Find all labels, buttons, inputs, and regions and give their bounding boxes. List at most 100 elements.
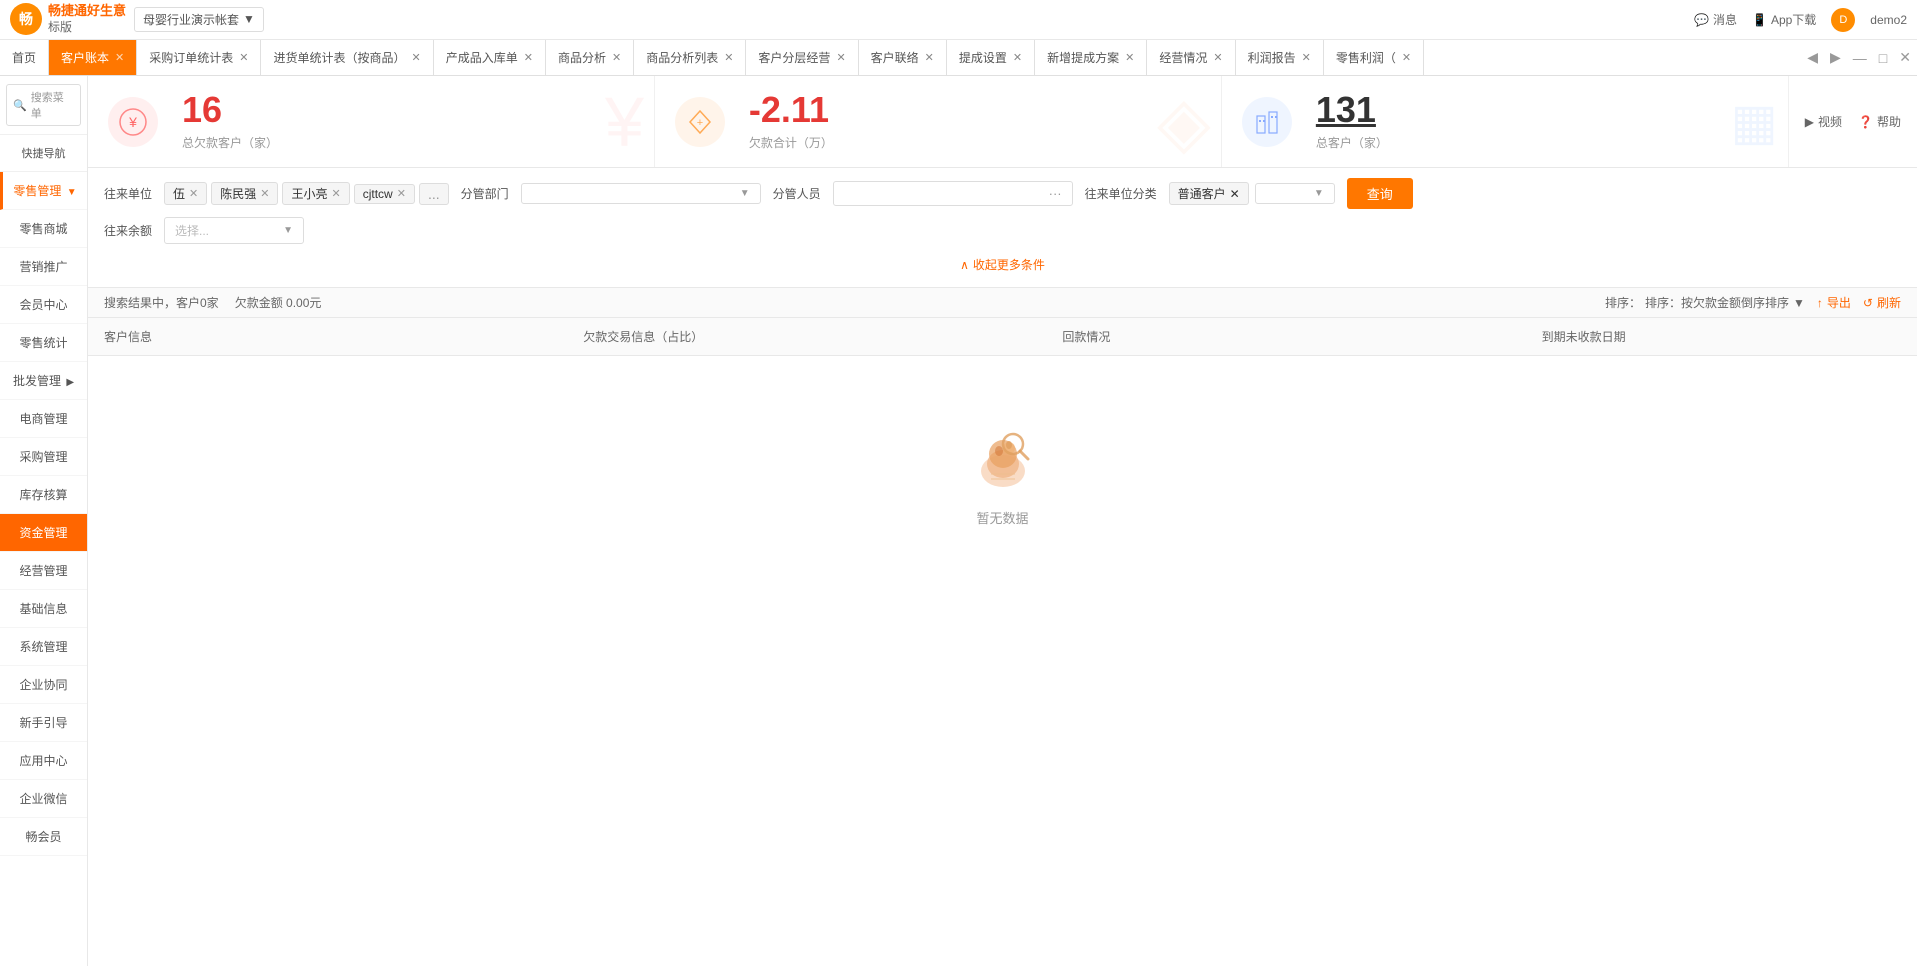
- help-button[interactable]: ❓ 帮助: [1858, 113, 1901, 130]
- tab-product-analysis-list[interactable]: 商品分析列表 ✕: [634, 40, 746, 76]
- sidebar-item-system[interactable]: 系统管理: [0, 628, 87, 666]
- sidebar-item-retail[interactable]: 零售管理 ▼: [0, 172, 87, 210]
- stat-bg-icon1: ¥: [605, 82, 644, 162]
- tab-product-analysis[interactable]: 商品分析 ✕: [546, 40, 634, 76]
- nav-maximize-button[interactable]: □: [1873, 46, 1893, 70]
- sidebar-item-marketing[interactable]: 营销推广: [0, 248, 87, 286]
- unit-tag-more[interactable]: ...: [419, 183, 449, 205]
- sidebar-item-member[interactable]: 会员中心: [0, 286, 87, 324]
- total-customers-number: 16: [182, 92, 278, 128]
- tab-incoming-stats[interactable]: 进货单统计表（按商品） ✕: [261, 40, 433, 76]
- quick-nav-button[interactable]: 快捷导航: [6, 141, 81, 165]
- sidebar-item-wholesale[interactable]: 批发管理 ▶: [0, 362, 87, 400]
- unit-type-select[interactable]: ▼: [1255, 183, 1335, 204]
- empty-illustration: [963, 416, 1043, 496]
- tab-customer-contact[interactable]: 客户联络 ✕: [859, 40, 947, 76]
- unit-tag-cjttcw-close[interactable]: ✕: [397, 187, 406, 200]
- sidebar-item-purchase[interactable]: 采购管理: [0, 438, 87, 476]
- sidebar-item-enterprise-wechat[interactable]: 企业微信: [0, 780, 87, 818]
- unit-label: 往来单位: [104, 185, 152, 202]
- tab-customer-tier[interactable]: 客户分层经营 ✕: [746, 40, 858, 76]
- nav-prev-button[interactable]: ◀: [1801, 45, 1824, 70]
- unit-type-tag-regular[interactable]: 普通客户 ✕: [1169, 182, 1249, 205]
- tab-profit-report-close[interactable]: ✕: [1302, 51, 1311, 64]
- sidebar-item-basic-info[interactable]: 基础信息: [0, 590, 87, 628]
- unit-type-tag-regular-close[interactable]: ✕: [1230, 187, 1240, 201]
- svg-text:+: +: [697, 117, 703, 129]
- sidebar-item-ecommerce[interactable]: 电商管理: [0, 400, 87, 438]
- quick-nav-area: 快捷导航: [0, 135, 87, 172]
- unit-tag-wu[interactable]: 伍 ✕: [164, 182, 207, 205]
- tab-home[interactable]: 首页: [0, 40, 49, 76]
- tab-customer-contact-close[interactable]: ✕: [925, 51, 934, 64]
- nav-next-button[interactable]: ▶: [1824, 45, 1847, 70]
- unit-tag-chen-close[interactable]: ✕: [260, 187, 269, 200]
- col-payment-info: 回款情况: [1062, 328, 1541, 345]
- dept-select[interactable]: ▼: [521, 183, 761, 204]
- sidebar-item-inventory[interactable]: 库存核算: [0, 476, 87, 514]
- tab-retail-profit-close[interactable]: ✕: [1402, 51, 1411, 64]
- unit-tag-wang[interactable]: 王小亮 ✕: [282, 182, 349, 205]
- tab-incoming-stats-close[interactable]: ✕: [412, 51, 421, 64]
- sidebar-item-vip[interactable]: 畅会员: [0, 818, 87, 856]
- tab-product-warehousing-close[interactable]: ✕: [524, 51, 533, 64]
- tab-purchase-orders-close[interactable]: ✕: [239, 51, 248, 64]
- message-button[interactable]: 💬 消息: [1694, 11, 1737, 28]
- nav-close-button[interactable]: ✕: [1893, 45, 1917, 70]
- tab-promotion-settings[interactable]: 提成设置 ✕: [947, 40, 1035, 76]
- sidebar-item-retail-mall[interactable]: 零售商城: [0, 210, 87, 248]
- tab-product-analysis-list-close[interactable]: ✕: [724, 51, 733, 64]
- unit-tag-chen[interactable]: 陈民强 ✕: [211, 182, 278, 205]
- dept-chevron-down-icon: ▼: [740, 188, 750, 199]
- stats-header: ¥ 16 总欠款客户（家） ¥ + -2.11 欠款: [88, 76, 1917, 168]
- main-layout: 🔍 搜索菜单 快捷导航 零售管理 ▼ 零售商城 营销推广 会员中心 零售统计 批…: [0, 76, 1917, 966]
- tab-customer-accounts[interactable]: 客户账本 ✕: [49, 40, 137, 76]
- sidebar-item-operations[interactable]: 经营管理: [0, 552, 87, 590]
- tab-new-promotion-close[interactable]: ✕: [1125, 51, 1134, 64]
- sidebar-item-enterprise-wechat-label: 企业微信: [19, 792, 67, 806]
- tab-business-status-close[interactable]: ✕: [1213, 51, 1222, 64]
- sidebar-item-newbie[interactable]: 新手引导: [0, 704, 87, 742]
- tab-profit-report[interactable]: 利润报告 ✕: [1236, 40, 1324, 76]
- diamond-icon: +: [686, 108, 714, 136]
- tab-purchase-orders[interactable]: 采购订单统计表 ✕: [137, 40, 261, 76]
- sidebar-item-system-label: 系统管理: [19, 640, 67, 654]
- export-button[interactable]: ↑ 导出: [1817, 294, 1851, 311]
- logo-icon: 畅: [10, 3, 42, 35]
- sidebar-item-finance[interactable]: 资金管理: [0, 514, 87, 552]
- total-debt-label: 欠款合计（万）: [749, 134, 833, 151]
- tab-customer-accounts-close[interactable]: ✕: [115, 51, 124, 64]
- sidebar-item-enterprise[interactable]: 企业协同: [0, 666, 87, 704]
- workspace-selector[interactable]: 母婴行业演示帐套 ▼: [134, 7, 264, 32]
- tab-promotion-settings-close[interactable]: ✕: [1013, 51, 1022, 64]
- unit-tag-cjttcw[interactable]: cjttcw ✕: [354, 184, 415, 204]
- app-download-button[interactable]: 📱 App下载: [1752, 11, 1816, 28]
- user-avatar[interactable]: D: [1831, 8, 1855, 32]
- tab-retail-profit[interactable]: 零售利润（ ✕: [1324, 40, 1424, 76]
- top-bar-right: 💬 消息 📱 App下载 D demo2: [1694, 8, 1907, 32]
- unit-tag-wu-close[interactable]: ✕: [189, 187, 198, 200]
- sidebar-item-inventory-label: 库存核算: [19, 488, 67, 502]
- nav-tabs: 首页 客户账本 ✕ 采购订单统计表 ✕ 进货单统计表（按商品） ✕ 产成品入库单…: [0, 40, 1917, 76]
- unit-tag-wang-close[interactable]: ✕: [332, 187, 341, 200]
- sidebar-item-app-center[interactable]: 应用中心: [0, 742, 87, 780]
- staff-select[interactable]: ···: [833, 181, 1073, 206]
- sort-select[interactable]: 排序： 排序：按欠款金额倒序排序 ▼: [1605, 294, 1805, 311]
- tab-customer-tier-close[interactable]: ✕: [836, 51, 845, 64]
- video-button[interactable]: ▶ 视频: [1805, 113, 1842, 130]
- sidebar-item-member-label: 会员中心: [19, 298, 67, 312]
- query-button[interactable]: 查询: [1347, 178, 1413, 209]
- sidebar-search-button[interactable]: 🔍 搜索菜单: [6, 84, 81, 126]
- sidebar-item-retail-stats[interactable]: 零售统计: [0, 324, 87, 362]
- remainder-select[interactable]: 选择... ▼: [164, 217, 304, 244]
- tab-product-analysis-close[interactable]: ✕: [612, 51, 621, 64]
- nav-minimize-button[interactable]: —: [1847, 46, 1873, 70]
- collapse-button[interactable]: ∧ 收起更多条件: [960, 256, 1045, 273]
- all-customers-label: 总客户（家）: [1316, 134, 1388, 151]
- unit-tag-wang-label: 王小亮: [291, 185, 327, 202]
- tab-new-promotion[interactable]: 新增提成方案 ✕: [1035, 40, 1147, 76]
- tab-product-warehousing[interactable]: 产成品入库单 ✕: [434, 40, 546, 76]
- stat-card-total-customers-info: 16 总欠款客户（家）: [182, 92, 278, 151]
- refresh-button[interactable]: ↺ 刷新: [1863, 294, 1901, 311]
- tab-business-status[interactable]: 经营情况 ✕: [1147, 40, 1235, 76]
